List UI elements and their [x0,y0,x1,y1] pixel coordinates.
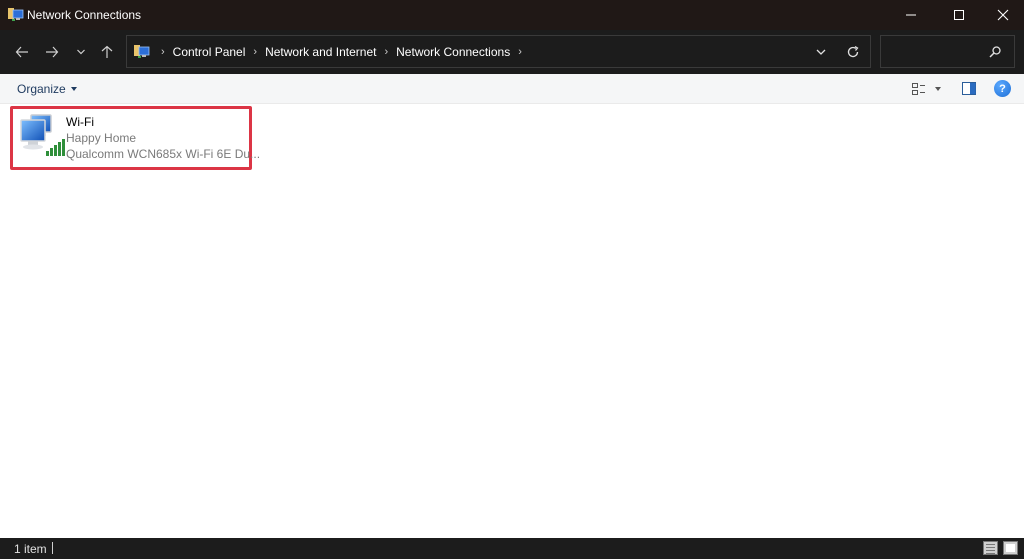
forward-button[interactable] [38,38,66,66]
connections-list: Wi-Fi Happy Home Qualcomm WCN685x Wi-Fi … [0,104,1024,538]
help-button[interactable]: ? [994,80,1011,97]
wifi-network-adapter-icon [20,114,65,156]
breadcrumb-separator[interactable]: › [518,46,522,58]
breadcrumb: › Control Panel › Network and Internet ›… [153,36,530,67]
view-layout-icon [912,83,925,95]
status-separator [52,542,53,554]
preview-pane-button[interactable] [962,82,976,95]
breadcrumb-network-connections[interactable]: Network Connections [396,45,510,59]
connection-network: Happy Home [66,131,137,145]
network-connections-icon [8,8,24,21]
arrow-up-icon [101,45,113,58]
maximize-button[interactable] [936,0,982,30]
search-input[interactable] [880,35,1015,68]
arrow-right-icon [46,46,59,58]
network-connections-window: Network Connections › Control Panel › Ne… [0,0,1024,559]
title-bar: Network Connections [0,0,1024,30]
up-button[interactable] [93,38,121,66]
breadcrumb-separator[interactable]: › [161,46,165,58]
organize-menu-button[interactable]: Organize [17,82,77,96]
refresh-icon [847,45,859,58]
connection-item-wifi[interactable]: Wi-Fi Happy Home Qualcomm WCN685x Wi-Fi … [10,106,260,170]
navigation-bar: › Control Panel › Network and Internet ›… [0,30,1024,74]
command-bar: Organize ? [0,74,1024,104]
address-bar[interactable]: › Control Panel › Network and Internet ›… [126,35,871,68]
minimize-icon [906,14,916,16]
address-history-dropdown[interactable] [812,43,830,61]
breadcrumb-separator[interactable]: › [253,46,257,58]
status-bar: 1 item [0,538,1024,559]
breadcrumb-separator[interactable]: › [384,46,388,58]
search-icon [989,46,1001,58]
close-button[interactable] [980,0,1024,30]
caret-down-icon [935,87,941,91]
details-view-button[interactable] [983,541,998,555]
close-icon [997,9,1009,21]
connection-adapter: Qualcomm WCN685x Wi-Fi 6E Du... [66,147,261,161]
network-connections-icon [134,45,150,58]
window-title: Network Connections [27,8,142,22]
caret-down-icon [70,87,77,91]
maximize-icon [954,10,964,20]
breadcrumb-control-panel[interactable]: Control Panel [173,45,246,59]
large-icons-view-button[interactable] [1003,541,1018,555]
refresh-button[interactable] [843,42,863,62]
connection-name: Wi-Fi [66,115,94,129]
change-view-button[interactable] [912,81,946,97]
chevron-down-icon [77,49,85,55]
organize-label: Organize [17,82,66,96]
minimize-button[interactable] [888,0,934,30]
item-count: 1 item [14,542,47,556]
arrow-left-icon [15,46,28,58]
breadcrumb-network-and-internet[interactable]: Network and Internet [265,45,376,59]
back-button[interactable] [8,38,36,66]
recent-locations-button[interactable] [67,38,95,66]
chevron-down-icon [816,49,826,55]
